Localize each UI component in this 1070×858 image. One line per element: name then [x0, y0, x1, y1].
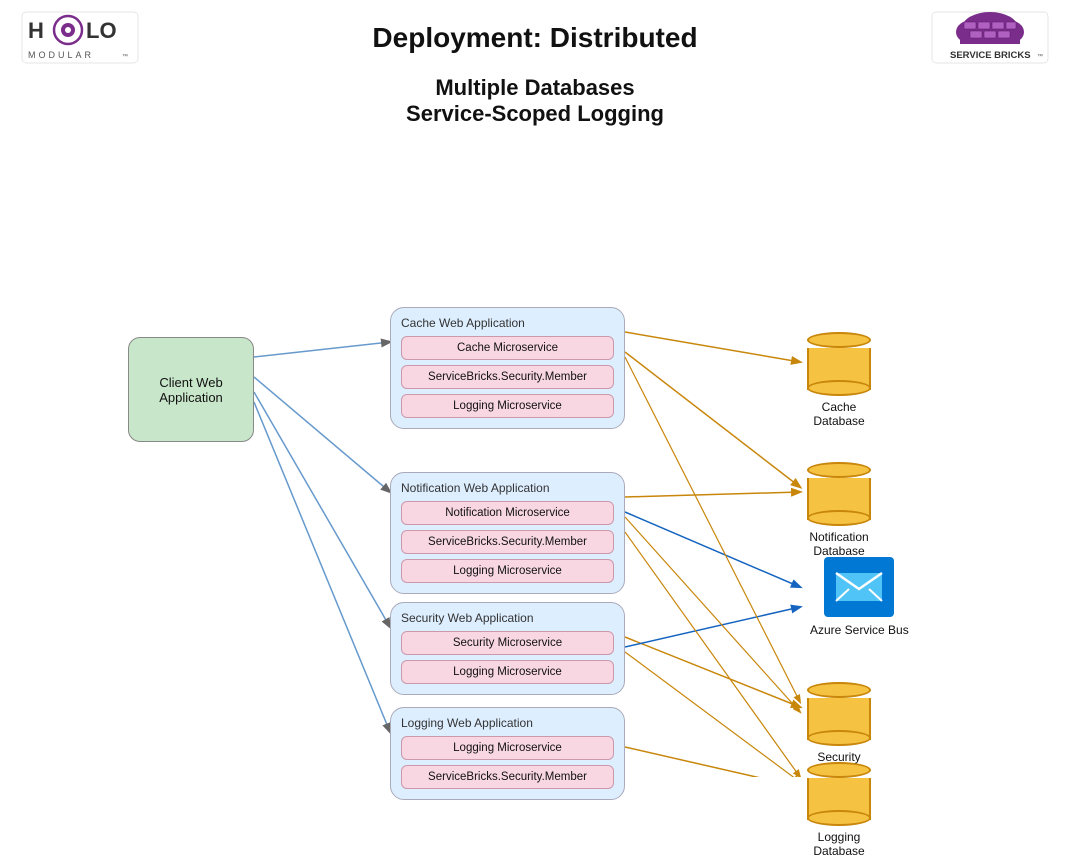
diagram: Client Web Application Cache Web Applica…: [0, 137, 1070, 777]
notification-security-member: ServiceBricks.Security.Member: [401, 530, 614, 554]
holo-modular-logo: H LO MODULAR ™: [20, 10, 140, 65]
security-db-top: [807, 682, 871, 698]
notification-webapp-container: Notification Web Application Notificatio…: [390, 472, 625, 594]
header: H LO MODULAR ™ Deployment: Distributed S…: [0, 0, 1070, 75]
cache-webapp-container: Cache Web Application Cache Microservice…: [390, 307, 625, 429]
svg-text:MODULAR: MODULAR: [28, 50, 94, 60]
notification-webapp-title: Notification Web Application: [401, 481, 614, 495]
logging-db-top: [807, 762, 871, 778]
page-title: Deployment: Distributed: [140, 22, 930, 54]
cache-db-label: CacheDatabase: [813, 400, 864, 428]
security-db-bottom: [807, 730, 871, 746]
notif-db-bottom: [807, 510, 871, 526]
logging-db-bottom: [807, 810, 871, 826]
logging-webapp-title: Logging Web Application: [401, 716, 614, 730]
cache-db-body: [807, 348, 871, 390]
logging-db-body: [807, 778, 871, 820]
azure-sb-icon: [824, 557, 894, 617]
logging-webapp-container: Logging Web Application Logging Microser…: [390, 707, 625, 800]
service-bricks-logo: SERVICE BRICKS ™: [930, 10, 1050, 65]
subtitle: Multiple Databases Service-Scoped Loggin…: [0, 75, 1070, 127]
security-logging: Logging Microservice: [401, 660, 614, 684]
security-microservice: Security Microservice: [401, 631, 614, 655]
notification-database: NotificationDatabase: [807, 462, 871, 558]
logging-database: LoggingDatabase: [807, 762, 871, 858]
notif-db-body: [807, 478, 871, 520]
svg-text:H: H: [28, 18, 44, 43]
notification-microservice: Notification Microservice: [401, 501, 614, 525]
logging-db-label: LoggingDatabase: [813, 830, 864, 858]
logging-microservice: Logging Microservice: [401, 736, 614, 760]
cache-db-top: [807, 332, 871, 348]
svg-text:SERVICE BRICKS: SERVICE BRICKS: [950, 50, 1031, 61]
security-webapp-container: Security Web Application Security Micros…: [390, 602, 625, 695]
svg-text:™: ™: [122, 53, 128, 60]
security-db-body: [807, 698, 871, 740]
notif-db-top: [807, 462, 871, 478]
azure-sb-label: Azure Service Bus: [810, 623, 909, 637]
client-web-application: Client Web Application: [128, 337, 254, 442]
cache-microservice: Cache Microservice: [401, 336, 614, 360]
cache-webapp-title: Cache Web Application: [401, 316, 614, 330]
azure-service-bus: Azure Service Bus: [810, 557, 909, 637]
cache-db-bottom: [807, 380, 871, 396]
notification-logging: Logging Microservice: [401, 559, 614, 583]
svg-text:™: ™: [1037, 53, 1043, 60]
notification-db-label: NotificationDatabase: [809, 530, 868, 558]
security-webapp-title: Security Web Application: [401, 611, 614, 625]
cache-database: CacheDatabase: [807, 332, 871, 428]
svg-text:LO: LO: [86, 18, 117, 43]
cache-security-member: ServiceBricks.Security.Member: [401, 365, 614, 389]
cache-logging: Logging Microservice: [401, 394, 614, 418]
